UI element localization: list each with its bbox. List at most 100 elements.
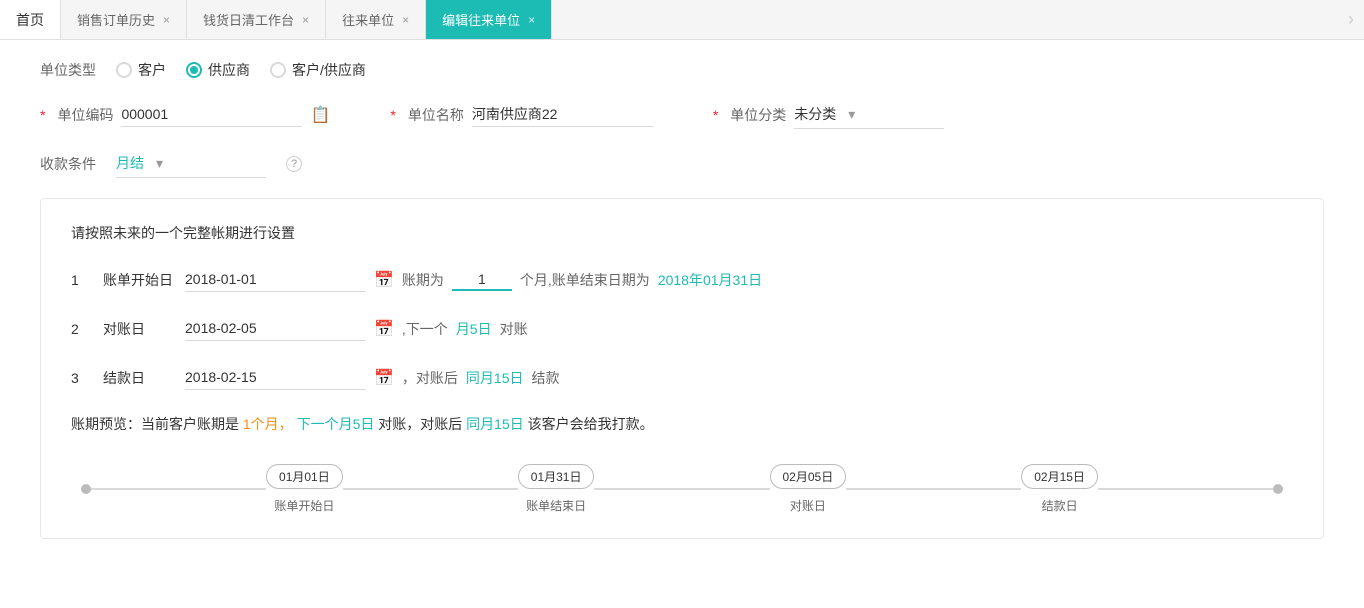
close-cash-work[interactable]: × <box>302 14 309 26</box>
unit-type-label: 单位类型 <box>40 60 96 80</box>
close-sales-history[interactable]: × <box>163 14 170 26</box>
unit-code-group: * 单位编码 📋 <box>40 102 330 127</box>
timeline-left-dot <box>81 484 91 494</box>
setting-row-3: 3 结款日 📅 ，对账后 同月15日 结款 <box>71 365 1293 390</box>
row-index-1: 1 <box>71 272 91 288</box>
tab-bar: 首页 销售订单历史 × 钱货日清工作台 × 往来单位 × 编辑往来单位 × › <box>0 0 1364 40</box>
payment-date-calendar[interactable]: 📅 <box>374 368 394 388</box>
close-partner[interactable]: × <box>402 14 409 26</box>
unit-name-star: * <box>390 107 395 123</box>
tab-cash-work-label: 钱货日清工作台 <box>203 10 294 29</box>
tl-seg-3 <box>594 488 769 490</box>
reconcile-date-input[interactable] <box>185 316 366 341</box>
tab-edit-partner[interactable]: 编辑往来单位 × <box>426 0 552 39</box>
unit-class-star: * <box>713 107 718 123</box>
period-label: 账期为 <box>402 270 444 290</box>
tab-cash-work[interactable]: 钱货日清工作台 × <box>187 0 326 39</box>
unit-name-input[interactable] <box>472 102 653 127</box>
unit-class-label: 单位分类 <box>730 105 786 125</box>
preview-4: 同月15日 <box>466 416 524 432</box>
tl-badge-2: 01月31日 <box>518 464 595 489</box>
payment-label: 收款条件 <box>40 154 96 174</box>
unit-class-group: * 单位分类 未分类 ▾ <box>713 100 944 129</box>
row-label-1: 账单开始日 <box>103 270 173 290</box>
row-label-2: 对账日 <box>103 319 173 339</box>
unit-code-label: 单位编码 <box>57 105 113 125</box>
tl-seg-1 <box>91 488 266 490</box>
row-label-3: 结款日 <box>103 368 173 388</box>
unit-code-input[interactable] <box>121 102 302 127</box>
tab-sales-history[interactable]: 销售订单历史 × <box>61 0 187 39</box>
row-content-1: 📅 账期为 个月,账单结束日期为 2018年01月31日 <box>185 267 762 292</box>
settings-card: 请按照未来的一个完整帐期进行设置 1 账单开始日 📅 账期为 个月,账单结束日期… <box>40 198 1324 539</box>
row-index-3: 3 <box>71 370 91 386</box>
radio-supplier[interactable]: 供应商 <box>186 60 250 80</box>
tab-home[interactable]: 首页 <box>0 0 61 39</box>
unit-code-icon[interactable]: 📋 <box>310 105 330 125</box>
preview-5: 该客户会给我打款。 <box>528 416 654 432</box>
payment-help-icon[interactable]: ? <box>286 156 302 172</box>
row-content-3: 📅 ，对账后 同月15日 结款 <box>185 365 560 390</box>
payment-select[interactable]: 月结 ▾ <box>116 149 266 178</box>
unit-name-label: 单位名称 <box>408 105 464 125</box>
radio-customer[interactable]: 客户 <box>116 60 166 80</box>
period-unit: 个月,账单结束日期为 <box>520 270 650 290</box>
tl-badge-3: 02月05日 <box>770 464 847 489</box>
payment-row: 收款条件 月结 ▾ ? <box>40 149 1324 178</box>
reconcile-highlight: 月5日 <box>456 319 492 339</box>
preview-label: 账期预览：当前客户账期是 <box>71 416 239 432</box>
tl-point-4: 02月15日 结款日 <box>1021 464 1098 514</box>
radio-supplier-label: 供应商 <box>208 60 250 80</box>
payment-post: 结款 <box>532 368 560 388</box>
close-edit-partner[interactable]: × <box>528 14 535 26</box>
tab-home-label: 首页 <box>16 10 44 30</box>
reconcile-post: 对账 <box>500 319 528 339</box>
card-title: 请按照未来的一个完整帐期进行设置 <box>71 223 1293 243</box>
tab-more-button[interactable]: › <box>1338 0 1364 39</box>
reconcile-pre: ,下一个 <box>402 319 448 339</box>
tl-badge-1: 01月01日 <box>266 464 343 489</box>
tl-label-1: 账单开始日 <box>274 497 334 514</box>
tab-edit-partner-label: 编辑往来单位 <box>442 10 520 29</box>
row-content-2: 📅 ,下一个 月5日 对账 <box>185 316 528 341</box>
unit-type-row: 单位类型 客户 供应商 客户/供应商 <box>40 60 1324 80</box>
unit-class-select[interactable]: 未分类 ▾ <box>794 100 944 129</box>
tl-badge-4: 02月15日 <box>1021 464 1098 489</box>
tab-sales-history-label: 销售订单历史 <box>77 10 155 29</box>
tl-seg-2 <box>343 488 518 490</box>
tab-partner[interactable]: 往来单位 × <box>326 0 426 39</box>
payment-pre: ，对账后 <box>402 368 458 388</box>
tl-label-4: 结款日 <box>1042 497 1078 514</box>
payment-date-input[interactable] <box>185 365 366 390</box>
tl-label-3: 对账日 <box>790 497 826 514</box>
unit-code-star: * <box>40 107 45 123</box>
tl-point-2: 01月31日 账单结束日 <box>518 464 595 514</box>
tl-point-1: 01月01日 账单开始日 <box>266 464 343 514</box>
tl-seg-5 <box>1098 488 1273 490</box>
radio-customer-label: 客户 <box>138 60 166 80</box>
start-date-input[interactable] <box>185 267 366 292</box>
unit-type-radio-group: 客户 供应商 客户/供应商 <box>116 60 366 80</box>
setting-row-1: 1 账单开始日 📅 账期为 个月,账单结束日期为 2018年01月31日 <box>71 267 1293 292</box>
unit-class-arrow: ▾ <box>848 106 855 123</box>
basic-info-row: * 单位编码 📋 * 单位名称 * 单位分类 未分类 ▾ <box>40 100 1324 129</box>
preview-3: 对账，对账后 <box>378 416 462 432</box>
payment-arrow: ▾ <box>156 155 163 172</box>
preview-1: 1个月， <box>243 416 293 432</box>
reconcile-date-calendar[interactable]: 📅 <box>374 319 394 339</box>
timeline-right-dot <box>1273 484 1283 494</box>
period-end-date: 2018年01月31日 <box>658 270 762 290</box>
row-index-2: 2 <box>71 321 91 337</box>
page-content: 单位类型 客户 供应商 客户/供应商 * 单位编码 📋 * 单位名称 <box>0 40 1364 608</box>
radio-both[interactable]: 客户/供应商 <box>270 60 366 80</box>
radio-supplier-circle <box>186 62 202 78</box>
unit-name-group: * 单位名称 <box>390 102 652 127</box>
radio-customer-circle <box>116 62 132 78</box>
period-value-input[interactable] <box>452 269 512 291</box>
preview-2: 下一个月5日 <box>297 416 375 432</box>
radio-both-circle <box>270 62 286 78</box>
radio-both-label: 客户/供应商 <box>292 60 366 80</box>
preview-text: 账期预览：当前客户账期是 1个月， 下一个月5日 对账，对账后 同月15日 该客… <box>71 414 1293 434</box>
start-date-calendar[interactable]: 📅 <box>374 270 394 290</box>
setting-row-2: 2 对账日 📅 ,下一个 月5日 对账 <box>71 316 1293 341</box>
